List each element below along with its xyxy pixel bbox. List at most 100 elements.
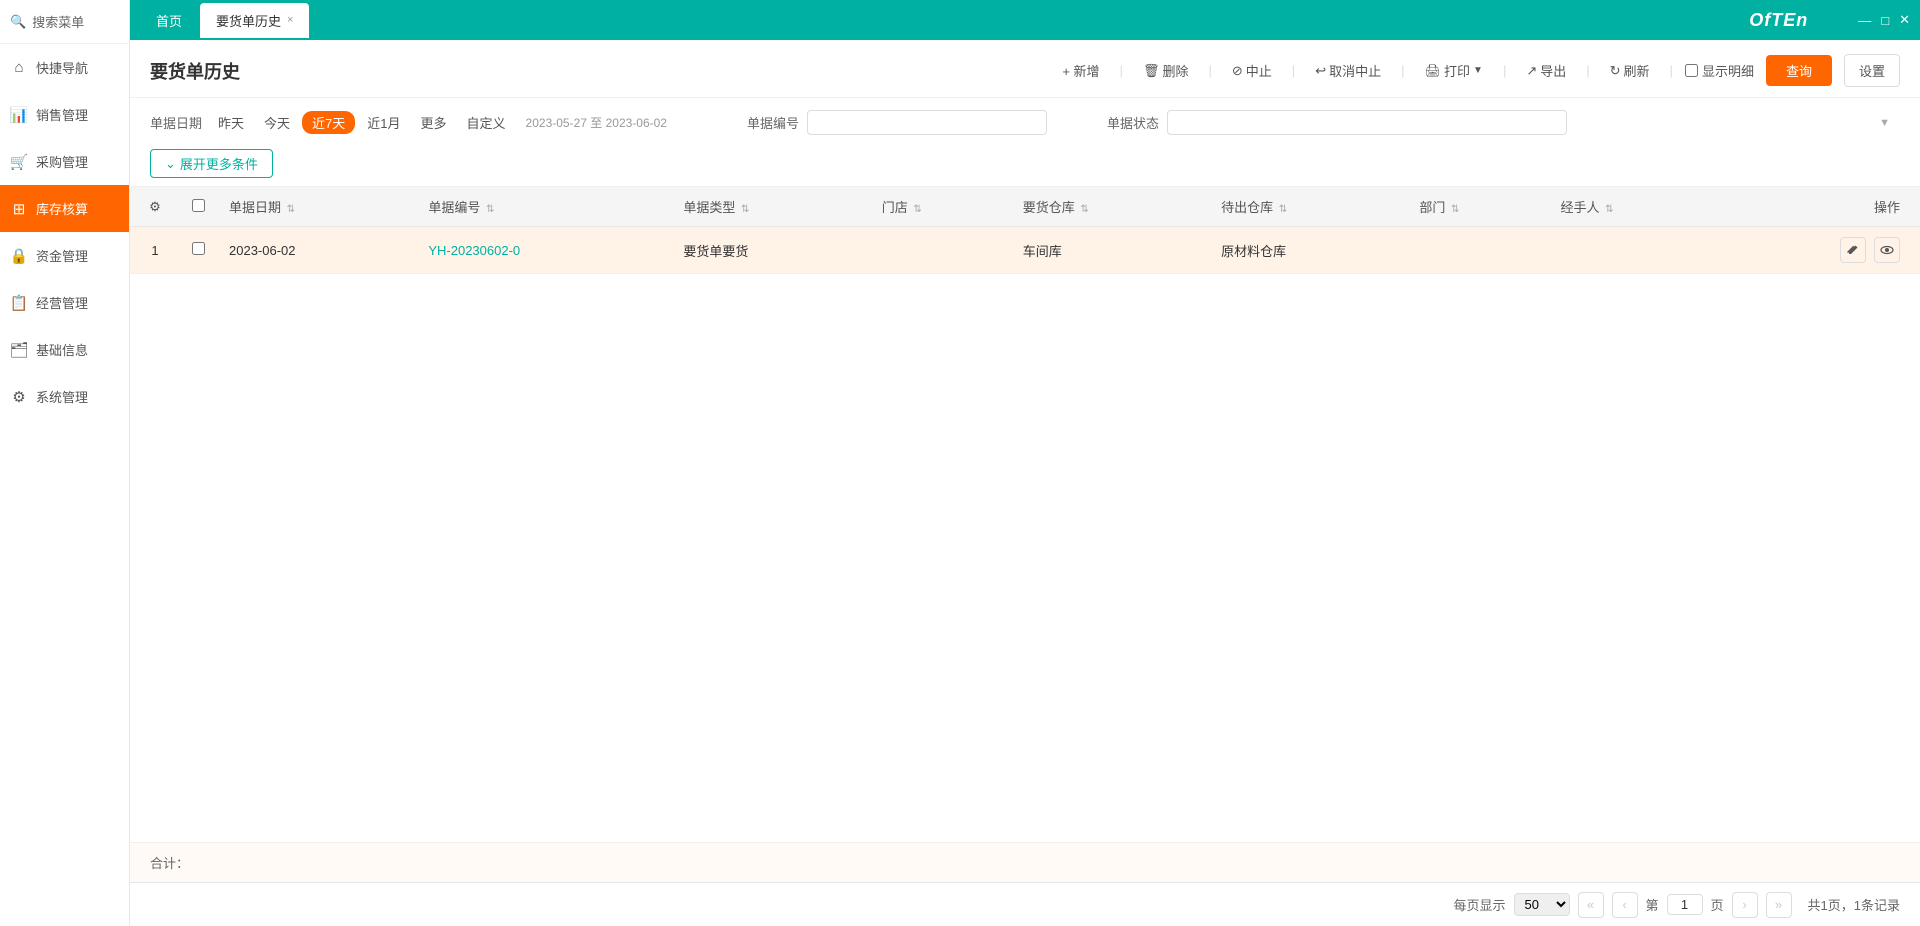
maximize-btn[interactable]: □ bbox=[1881, 13, 1889, 28]
sidebar-item-sales[interactable]: 📊 销售管理 bbox=[0, 91, 129, 138]
sidebar: 🔍 搜索菜单 ⌂ 快捷导航 📊 销售管理 🛒 采购管理 ⊞ 库存核算 🔒 资金管… bbox=[0, 0, 130, 926]
expand-icon: ⌄ bbox=[165, 156, 176, 172]
minimize-btn[interactable]: — bbox=[1858, 13, 1871, 28]
filter-bar: 单据日期 昨天 今天 近7天 近1月 更多 自定义 2023-05-27 至 2… bbox=[130, 98, 1920, 187]
date-btn-more[interactable]: 更多 bbox=[413, 111, 455, 134]
table-header-row: ⚙ 单据日期 ⇅ 单据编号 ⇅ bbox=[130, 187, 1920, 227]
row-store bbox=[870, 227, 1011, 274]
date-btn-custom[interactable]: 自定义 bbox=[459, 111, 514, 134]
col-dept-sort[interactable]: ⇅ bbox=[1451, 204, 1459, 215]
system-icon: ⚙ bbox=[10, 388, 28, 406]
show-detail-checkbox[interactable] bbox=[1685, 64, 1698, 77]
col-out-warehouse-sort[interactable]: ⇅ bbox=[1279, 204, 1287, 215]
footer-total-label: 合计： bbox=[150, 856, 189, 871]
col-checkbox bbox=[180, 187, 217, 227]
col-order-no: 单据编号 ⇅ bbox=[416, 187, 671, 227]
close-btn[interactable]: ✕ bbox=[1899, 12, 1910, 28]
stop-button[interactable]: ⊘ 中止 bbox=[1224, 57, 1280, 84]
date-filter-label: 单据日期 bbox=[150, 113, 202, 132]
row-checkbox[interactable] bbox=[192, 242, 205, 255]
new-button[interactable]: + 新增 bbox=[1054, 57, 1107, 84]
main-area: 首页 要货单历史 × OfTEn — □ ✕ 要货单历史 + 新增 | 🗑 删除… bbox=[130, 0, 1920, 926]
pagination: 每页显示 50 100 200 « ‹ 第 1 页 › » 共1页，1条记录 bbox=[130, 882, 1920, 926]
row-date: 2023-06-02 bbox=[217, 227, 416, 274]
order-no-input[interactable] bbox=[807, 110, 1047, 135]
row-edit-btn[interactable] bbox=[1840, 237, 1866, 263]
cancel-stop-button[interactable]: ↩ 取消中止 bbox=[1307, 57, 1389, 84]
col-store-label: 门店 bbox=[882, 200, 908, 215]
col-dept-label: 部门 bbox=[1419, 200, 1445, 215]
search-label: 搜索菜单 bbox=[32, 12, 84, 31]
print-button[interactable]: 🖨 打印 ▼ bbox=[1417, 57, 1491, 84]
sidebar-item-home[interactable]: ⌂ 快捷导航 bbox=[0, 44, 129, 91]
date-btn-today[interactable]: 今天 bbox=[256, 111, 298, 134]
row-order-type: 要货单要货 bbox=[671, 227, 869, 274]
data-table: ⚙ 单据日期 ⇅ 单据编号 ⇅ bbox=[130, 187, 1920, 274]
settings-icon[interactable]: ⚙ bbox=[149, 199, 161, 214]
row-checkbox-cell bbox=[180, 227, 217, 274]
print-chevron: ▼ bbox=[1473, 65, 1483, 76]
col-dept: 部门 ⇅ bbox=[1407, 187, 1548, 227]
row-num: 1 bbox=[130, 227, 180, 274]
per-page-select[interactable]: 50 100 200 bbox=[1514, 893, 1570, 916]
tab-home[interactable]: 首页 bbox=[140, 3, 198, 38]
sidebar-item-purchase[interactable]: 🛒 采购管理 bbox=[0, 138, 129, 185]
sidebar-item-inventory[interactable]: ⊞ 库存核算 bbox=[0, 185, 129, 232]
col-out-warehouse: 待出仓库 ⇅ bbox=[1209, 187, 1407, 227]
topbar-window-controls: OfTEn — □ ✕ bbox=[1749, 10, 1910, 31]
sidebar-item-label: 库存核算 bbox=[36, 199, 88, 218]
tab-order-history[interactable]: 要货单历史 × bbox=[200, 3, 309, 38]
date-range-display: 2023-05-27 至 2023-06-02 bbox=[526, 114, 667, 131]
sidebar-item-label: 快捷导航 bbox=[36, 58, 88, 77]
settings-button[interactable]: 设置 bbox=[1844, 54, 1900, 87]
expand-row: ⌄ 展开更多条件 bbox=[150, 141, 1900, 178]
sidebar-item-operations[interactable]: 📋 经营管理 bbox=[0, 279, 129, 326]
col-handler-label: 经手人 bbox=[1560, 200, 1599, 215]
content-area: 要货单历史 + 新增 | 🗑 删除 | ⊘ 中止 | ↩ 取消中止 | bbox=[130, 40, 1920, 926]
stop-icon: ⊘ bbox=[1232, 63, 1243, 79]
col-date-label: 单据日期 bbox=[229, 200, 281, 215]
col-action: 操作 bbox=[1718, 187, 1920, 227]
col-store-sort[interactable]: ⇅ bbox=[913, 204, 921, 215]
tab-close-icon[interactable]: × bbox=[287, 14, 293, 26]
col-order-type-sort[interactable]: ⇅ bbox=[741, 204, 749, 215]
purchase-icon: 🛒 bbox=[10, 153, 28, 171]
date-btn-yesterday[interactable]: 昨天 bbox=[210, 111, 252, 134]
delete-button[interactable]: 🗑 删除 bbox=[1135, 57, 1197, 84]
expand-button[interactable]: ⌄ 展开更多条件 bbox=[150, 149, 273, 178]
date-btn-1month[interactable]: 近1月 bbox=[359, 111, 408, 134]
tab-home-label: 首页 bbox=[156, 11, 182, 30]
status-input[interactable] bbox=[1167, 110, 1567, 135]
sidebar-item-system[interactable]: ⚙ 系统管理 bbox=[0, 373, 129, 420]
order-no-link[interactable]: YH-20230602-0 bbox=[428, 243, 520, 258]
refresh-button[interactable]: ↻ 刷新 bbox=[1602, 57, 1658, 84]
export-button[interactable]: ↗ 导出 bbox=[1518, 57, 1574, 84]
toolbar: + 新增 | 🗑 删除 | ⊘ 中止 | ↩ 取消中止 | 🖨 bbox=[1054, 54, 1900, 87]
status-dropdown-icon[interactable]: ▼ bbox=[1879, 117, 1890, 129]
col-order-no-label: 单据编号 bbox=[428, 200, 480, 215]
next-page-btn[interactable]: › bbox=[1732, 892, 1758, 918]
select-all-checkbox[interactable] bbox=[192, 199, 205, 212]
current-page[interactable]: 1 bbox=[1667, 894, 1703, 915]
col-handler-sort[interactable]: ⇅ bbox=[1605, 204, 1613, 215]
col-order-no-sort[interactable]: ⇅ bbox=[486, 204, 494, 215]
date-btn-7days[interactable]: 近7天 bbox=[302, 111, 355, 134]
search-menu[interactable]: 🔍 搜索菜单 bbox=[0, 0, 129, 44]
col-date-sort[interactable]: ⇅ bbox=[287, 204, 295, 215]
sep1: | bbox=[1120, 63, 1123, 78]
last-page-btn[interactable]: » bbox=[1766, 892, 1792, 918]
first-page-btn[interactable]: « bbox=[1578, 892, 1604, 918]
page-header: 要货单历史 + 新增 | 🗑 删除 | ⊘ 中止 | ↩ 取消中止 | bbox=[130, 40, 1920, 98]
row-view-btn[interactable] bbox=[1874, 237, 1900, 263]
col-req-warehouse-sort[interactable]: ⇅ bbox=[1080, 204, 1088, 215]
prev-page-btn[interactable]: ‹ bbox=[1612, 892, 1638, 918]
col-order-type-label: 单据类型 bbox=[683, 200, 735, 215]
page-label: 第 bbox=[1646, 895, 1659, 914]
total-info: 共1页，1条记录 bbox=[1808, 895, 1900, 914]
sidebar-item-finance[interactable]: 🔒 资金管理 bbox=[0, 232, 129, 279]
home-icon: ⌂ bbox=[10, 59, 28, 77]
sidebar-item-basic[interactable]: 🗂 基础信息 bbox=[0, 326, 129, 373]
query-button[interactable]: 查询 bbox=[1766, 55, 1832, 86]
finance-icon: 🔒 bbox=[10, 247, 28, 265]
filter-row-1: 单据日期 昨天 今天 近7天 近1月 更多 自定义 2023-05-27 至 2… bbox=[150, 110, 1900, 135]
